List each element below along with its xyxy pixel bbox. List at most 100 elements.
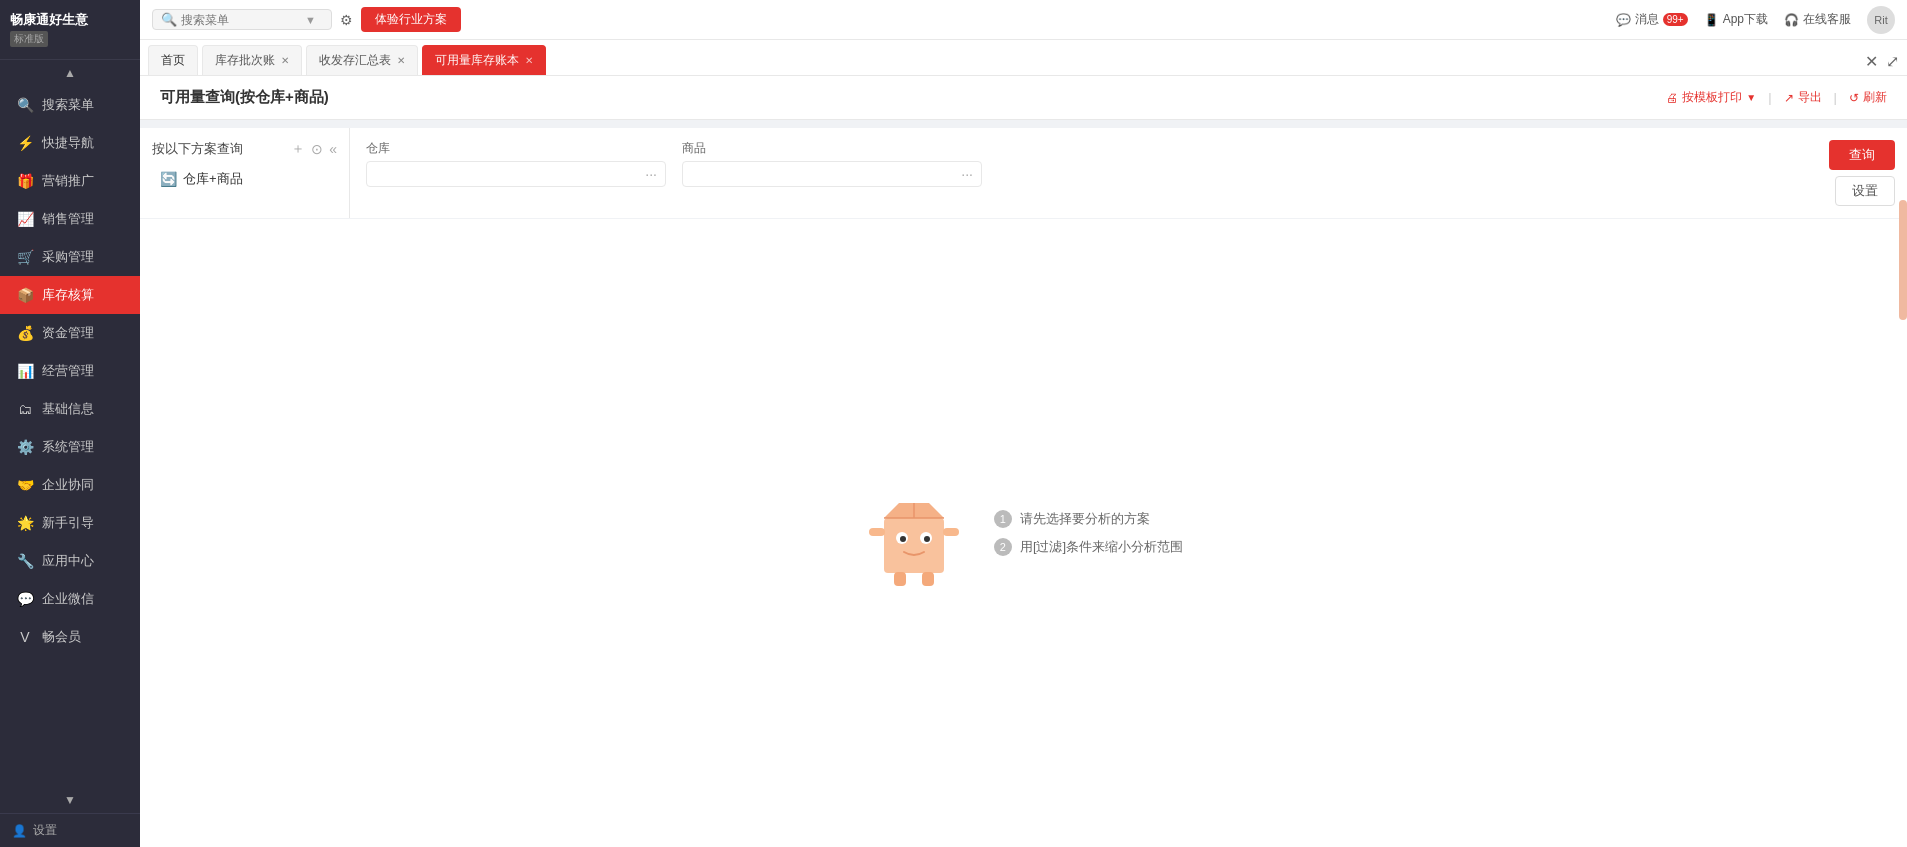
sidebar-item-membership[interactable]: V 畅会员 [0,618,140,656]
sidebar-item-label-search: 搜索菜单 [42,96,94,114]
goods-field-group: 商品 ··· [682,140,982,187]
sidebar-item-system[interactable]: ⚙️ 系统管理 [0,428,140,466]
warehouse-input-row[interactable]: ··· [366,161,666,187]
empty-state: 1 请先选择要分析的方案 2 用[过滤]条件来缩小分析范围 [140,219,1907,847]
close-window-icon[interactable]: ✕ [1865,52,1878,71]
right-scroll-bar[interactable] [1899,200,1907,320]
tab-summary[interactable]: 收发存汇总表✕ [306,45,418,75]
export-action[interactable]: ↗ 导出 [1784,89,1822,106]
settings-button[interactable]: 设置 [1835,176,1895,206]
sidebar-item-label-purchase: 采购管理 [42,248,94,266]
sep2: | [1834,90,1837,105]
phone-icon: 📱 [1704,13,1719,27]
svg-rect-7 [869,528,885,536]
main-area: 🔍 ▼ ⚙ 体验行业方案 💬 消息 99+ 📱 App下载 🎧 在线客服 Rit [140,0,1907,847]
collapse-scheme-icon[interactable]: « [329,141,337,157]
sidebar-item-search[interactable]: 🔍 搜索菜单 [0,86,140,124]
topbar: 🔍 ▼ ⚙ 体验行业方案 💬 消息 99+ 📱 App下载 🎧 在线客服 Rit [140,0,1907,40]
query-panel: 按以下方案查询 ＋ ⊙ « 🔄 仓库+商品 仓库 ··· [140,128,1907,218]
sidebar-item-operations[interactable]: 📊 经营管理 [0,352,140,390]
appcenter-icon: 🔧 [16,553,34,569]
sidebar-item-purchase[interactable]: 🛒 采购管理 [0,238,140,276]
trial-button[interactable]: 体验行业方案 [361,7,461,32]
tab-label-home: 首页 [161,52,185,69]
topbar-search-box[interactable]: 🔍 ▼ [152,9,332,30]
search-input[interactable] [181,13,301,27]
refresh-action[interactable]: ↺ 刷新 [1849,89,1887,106]
svg-point-5 [900,536,906,542]
sidebar-item-enterprise[interactable]: 🤝 企业协同 [0,466,140,504]
sidebar-item-shortcuts[interactable]: ⚡ 快捷导航 [0,124,140,162]
scheme-item-label: 仓库+商品 [183,170,243,188]
tab-available[interactable]: 可用量库存账本✕ [422,45,546,75]
chevron-down-icon: ▼ [305,14,316,26]
app-download-button[interactable]: 📱 App下载 [1704,11,1768,28]
sidebar-item-appcenter[interactable]: 🔧 应用中心 [0,542,140,580]
operations-icon: 📊 [16,363,34,379]
sidebar-item-label-marketing: 营销推广 [42,172,94,190]
expand-icon[interactable]: ⤢ [1886,52,1899,71]
sidebar-item-sales[interactable]: 📈 销售管理 [0,200,140,238]
scheme-item-icon: 🔄 [160,171,177,187]
sidebar-item-wechat[interactable]: 💬 企业微信 [0,580,140,618]
settings-scheme-icon[interactable]: ⊙ [311,141,323,157]
brand-name: 畅康通好生意 [10,12,130,29]
print-action[interactable]: 🖨 按模板打印 ▼ [1666,89,1756,106]
tab-home[interactable]: 首页 [148,45,198,75]
warehouse-input[interactable] [375,167,641,181]
print-label: 按模板打印 [1682,89,1742,106]
sidebar-footer-text: 设置 [33,822,57,839]
system-icon: ⚙️ [16,439,34,455]
tab-batch[interactable]: 库存批次账 ✕ [202,45,302,75]
svg-rect-0 [884,518,944,573]
goods-input[interactable] [691,167,957,181]
gear-icon[interactable]: ⚙ [340,12,353,28]
tip-num-1: 1 [994,510,1012,528]
query-button[interactable]: 查询 [1829,140,1895,170]
export-label: 导出 [1798,89,1822,106]
message-label: 消息 [1635,11,1659,28]
sidebar-item-label-wechat: 企业微信 [42,590,94,608]
goods-input-row[interactable]: ··· [682,161,982,187]
tab-close-available[interactable]: ✕ [525,55,533,66]
scheme-header-text: 按以下方案查询 [152,140,285,158]
user-avatar[interactable]: Rit [1867,6,1895,34]
scheme-item-warehouse-goods[interactable]: 🔄 仓库+商品 [140,162,349,196]
newguide-icon: 🌟 [16,515,34,531]
sidebar-item-marketing[interactable]: 🎁 营销推广 [0,162,140,200]
tab-close-batch[interactable]: ✕ [281,55,289,66]
tabs-bar: 首页库存批次账✕收发存汇总表✕可用量库存账本✕ ✕ ⤢ [140,40,1907,76]
content-area: 可用量查询(按仓库+商品) 🖨 按模板打印 ▼ | ↗ 导出 | ↺ 刷新 [140,76,1907,847]
svg-point-6 [924,536,930,542]
tab-close-summary[interactable]: ✕ [397,55,405,66]
sidebar-item-label-appcenter: 应用中心 [42,552,94,570]
page-title: 可用量查询(按仓库+商品) [160,88,329,107]
finance-icon: 💰 [16,325,34,341]
sidebar-footer[interactable]: 👤 设置 [0,813,140,847]
sidebar-item-label-operations: 经营管理 [42,362,94,380]
add-scheme-icon[interactable]: ＋ [291,140,305,158]
sidebar-scroll-up[interactable]: ▲ [0,60,140,86]
warehouse-more-icon[interactable]: ··· [645,166,657,182]
online-service-button[interactable]: 🎧 在线客服 [1784,11,1851,28]
goods-more-icon[interactable]: ··· [961,166,973,182]
printer-icon: 🖨 [1666,91,1678,105]
sidebar-scroll-down[interactable]: ▼ [0,787,140,813]
goods-label: 商品 [682,140,982,157]
sidebar-item-finance[interactable]: 💰 资金管理 [0,314,140,352]
scheme-header: 按以下方案查询 ＋ ⊙ « [140,136,349,162]
sidebar-item-inventory[interactable]: 📦 库存核算 [0,276,140,314]
tab-label-batch: 库存批次账 [215,52,275,69]
membership-icon: V [16,629,34,645]
search-icon: 🔍 [161,12,177,27]
sidebar-item-label-newguide: 新手引导 [42,514,94,532]
empty-tip-1: 1 请先选择要分析的方案 [994,510,1183,528]
topbar-right: 💬 消息 99+ 📱 App下载 🎧 在线客服 Rit [1616,6,1895,34]
empty-tips: 1 请先选择要分析的方案 2 用[过滤]条件来缩小分析范围 [994,510,1183,556]
scheme-sidebar: 按以下方案查询 ＋ ⊙ « 🔄 仓库+商品 [140,128,350,218]
message-button[interactable]: 💬 消息 99+ [1616,11,1688,28]
headset-icon: 🎧 [1784,13,1799,27]
sidebar-item-newguide[interactable]: 🌟 新手引导 [0,504,140,542]
sidebar-item-base[interactable]: 🗂 基础信息 [0,390,140,428]
page-header: 可用量查询(按仓库+商品) 🖨 按模板打印 ▼ | ↗ 导出 | ↺ 刷新 [140,76,1907,120]
